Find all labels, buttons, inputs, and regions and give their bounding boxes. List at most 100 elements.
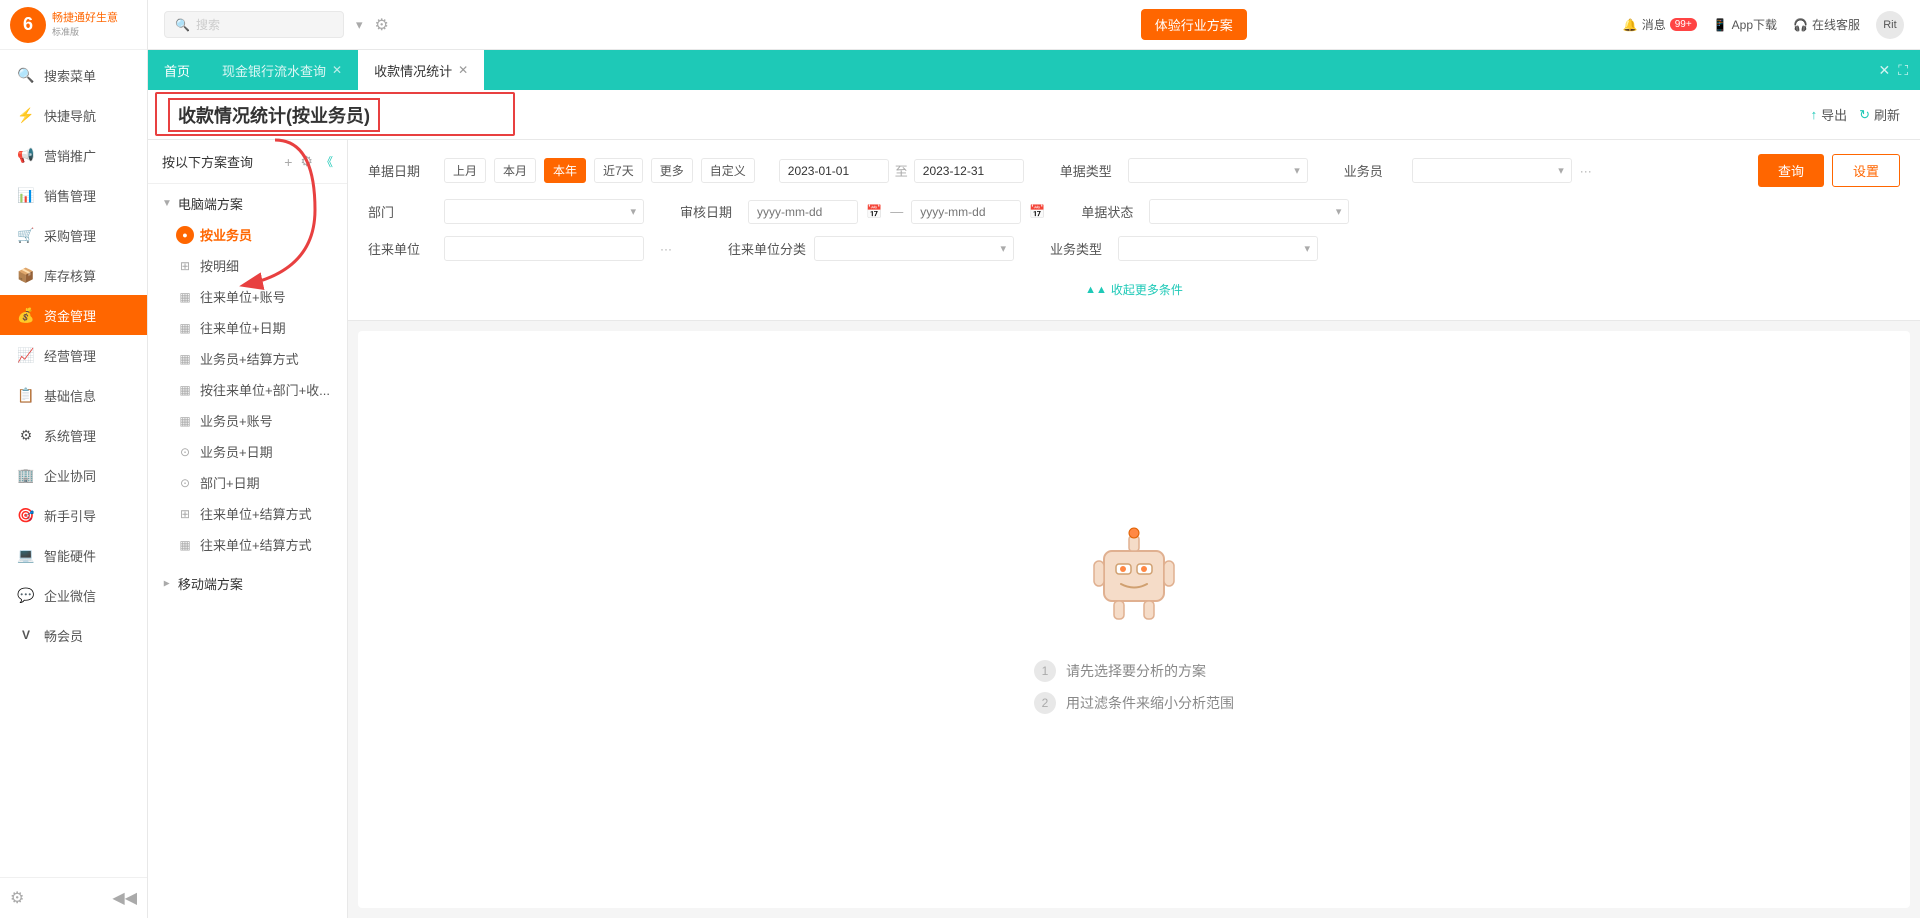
filter-area: 单据日期 上月 本月 本年 近7天 更多 自定义 至 xyxy=(348,140,1920,321)
sidebar-item-finance[interactable]: 💰 资金管理 xyxy=(0,295,147,335)
counterpart-input[interactable] xyxy=(444,236,644,261)
sidebar-item-enterprise[interactable]: 🏢 企业协同 xyxy=(0,455,147,495)
app-download-button[interactable]: 📱 App下载 xyxy=(1713,16,1777,33)
bill-status-select[interactable] xyxy=(1149,199,1349,224)
counterpart-more-btn[interactable]: ··· xyxy=(660,242,672,256)
tab-expand[interactable]: ⛶ xyxy=(1898,62,1908,79)
settings-bottom-icon[interactable]: ⚙ xyxy=(10,888,24,908)
business-type-select[interactable] xyxy=(1118,236,1318,261)
review-date-calendar-icon[interactable]: 📅 xyxy=(866,204,882,220)
counterpart-category-label: 往来单位分类 xyxy=(728,239,806,258)
tree-item-dept-date[interactable]: ⊙ 部门+日期 xyxy=(148,467,347,498)
page-actions: ↑ 导出 ↻ 刷新 xyxy=(1811,105,1900,124)
sidebar-item-basic[interactable]: 📋 基础信息 xyxy=(0,375,147,415)
sidebar-item-wechat[interactable]: 💬 企业微信 xyxy=(0,575,147,615)
collapse-sidebar-icon[interactable]: ◀◀ xyxy=(112,888,137,908)
sidebar-nav: 🔍 搜索菜单 ⚡ 快捷导航 📢 营销推广 📊 销售管理 🛒 采购管理 📦 库存核… xyxy=(0,50,147,877)
counterpart-category-select[interactable] xyxy=(814,236,1014,261)
sidebar-item-shortcut[interactable]: ⚡ 快捷导航 xyxy=(0,95,147,135)
topbar-dropdown-icon[interactable]: ▾ xyxy=(356,17,363,33)
tree-item-unit-date[interactable]: ▦ 往来单位+日期 xyxy=(148,312,347,343)
tree-item-by-salesman[interactable]: ● 按业务员 xyxy=(148,219,347,250)
tree-item-by-detail[interactable]: ⊞ 按明细 xyxy=(148,250,347,281)
topbar-gear-icon[interactable]: ⚙ xyxy=(375,15,389,35)
review-date-end[interactable] xyxy=(911,200,1021,224)
dept-select[interactable] xyxy=(444,199,644,224)
tree-item-unit-settle1[interactable]: ⊞ 往来单位+结算方式 xyxy=(148,498,347,529)
tab-bank[interactable]: 现金银行流水查询 ✕ xyxy=(206,50,358,90)
sidebar-item-search[interactable]: 🔍 搜索菜单 xyxy=(0,55,147,95)
marketing-icon: 📢 xyxy=(16,145,36,165)
topbar: 🔍 搜索 ▾ ⚙ 体验行业方案 🔔 消息 99+ 📱 App下载 🎧 在线客服 xyxy=(148,0,1920,50)
date-btn-custom[interactable]: 自定义 xyxy=(701,158,755,183)
query-btn-group: 查询 设置 xyxy=(1758,154,1900,187)
tab-collection-close[interactable]: ✕ xyxy=(458,63,468,77)
tab-home[interactable]: 首页 xyxy=(148,50,206,90)
tree-item-salesman-settle[interactable]: ▦ 业务员+结算方式 xyxy=(148,343,347,374)
step-2-num: 2 xyxy=(1034,692,1056,714)
sidebar-item-inventory[interactable]: 📦 库存核算 xyxy=(0,255,147,295)
notification-button[interactable]: 🔔 消息 99+ xyxy=(1623,16,1697,33)
review-date-end-calendar-icon[interactable]: 📅 xyxy=(1029,204,1045,220)
sidebar-item-hardware[interactable]: 💻 智能硬件 xyxy=(0,535,147,575)
date-label: 单据日期 xyxy=(368,161,428,180)
sidebar-item-system[interactable]: ⚙ 系统管理 xyxy=(0,415,147,455)
collapse-bar[interactable]: ▲▲ 收起更多条件 xyxy=(368,273,1900,306)
sidebar-item-operation[interactable]: 📈 经营管理 xyxy=(0,335,147,375)
left-panel-settings-icon[interactable]: ⚙ xyxy=(300,153,313,170)
guide-icon: 🎯 xyxy=(16,505,36,525)
sidebar-item-guide[interactable]: 🎯 新手引导 xyxy=(0,495,147,535)
notification-badge: 99+ xyxy=(1670,18,1697,31)
sidebar-item-marketing[interactable]: 📢 营销推广 xyxy=(0,135,147,175)
search-icon: 🔍 xyxy=(16,65,36,85)
online-service-button[interactable]: 🎧 在线客服 xyxy=(1793,16,1860,33)
table-icon-4: ▦ xyxy=(176,412,194,430)
date-btn-this-year[interactable]: 本年 xyxy=(544,158,586,183)
dept-label: 部门 xyxy=(368,202,428,221)
export-button[interactable]: ↑ 导出 xyxy=(1811,105,1848,124)
bill-status-select-wrapper xyxy=(1149,199,1349,224)
user-avatar[interactable]: Rit xyxy=(1876,11,1904,39)
tree-item-unit-account[interactable]: ▦ 往来单位+账号 xyxy=(148,281,347,312)
left-panel-add-icon[interactable]: + xyxy=(284,154,292,170)
salesman-more-btn[interactable]: ··· xyxy=(1580,164,1592,178)
tree-item-unit-settle2[interactable]: ▦ 往来单位+结算方式 xyxy=(148,529,347,560)
bill-type-select-wrapper xyxy=(1128,158,1308,183)
tab-bank-close[interactable]: ✕ xyxy=(332,63,342,77)
download-icon: 📱 xyxy=(1713,18,1728,32)
tab-close-all[interactable]: ✕ xyxy=(1878,62,1890,79)
search-topbar-icon: 🔍 xyxy=(175,18,190,32)
solution-button[interactable]: 体验行业方案 xyxy=(1141,9,1247,40)
tree-item-salesman-date[interactable]: ⊙ 业务员+日期 xyxy=(148,436,347,467)
refresh-button[interactable]: ↻ 刷新 xyxy=(1859,105,1900,124)
date-btn-7days[interactable]: 近7天 xyxy=(594,158,643,183)
sidebar-item-purchase[interactable]: 🛒 采购管理 xyxy=(0,215,147,255)
tree-group-mobile-label[interactable]: ▼ 移动端方案 xyxy=(148,568,347,599)
tree-group-mobile: ▼ 移动端方案 xyxy=(148,564,347,603)
counterpart-label: 往来单位 xyxy=(368,239,428,258)
settings-button[interactable]: 设置 xyxy=(1832,154,1900,187)
tree-item-unit-dept[interactable]: ▦ 按往来单位+部门+收... xyxy=(148,374,347,405)
tab-collection[interactable]: 收款情况统计 ✕ xyxy=(358,50,484,90)
topbar-right: 🔔 消息 99+ 📱 App下载 🎧 在线客服 Rit xyxy=(1623,11,1904,39)
shortcut-icon: ⚡ xyxy=(16,105,36,125)
date-start-input[interactable] xyxy=(779,159,889,183)
clock-icon-1: ⊙ xyxy=(176,443,194,461)
bill-type-label: 单据类型 xyxy=(1060,161,1120,180)
query-button[interactable]: 查询 xyxy=(1758,154,1824,187)
date-btn-last-month[interactable]: 上月 xyxy=(444,158,486,183)
bill-type-select[interactable] xyxy=(1128,158,1308,183)
logo-text: 畅捷通好生意 xyxy=(52,11,118,25)
sidebar-item-sales[interactable]: 📊 销售管理 xyxy=(0,175,147,215)
salesman-select[interactable] xyxy=(1412,158,1572,183)
date-btn-more[interactable]: 更多 xyxy=(651,158,693,183)
date-btn-this-month[interactable]: 本月 xyxy=(494,158,536,183)
topbar-search-box[interactable]: 🔍 搜索 xyxy=(164,11,344,38)
date-end-input[interactable] xyxy=(914,159,1024,183)
sidebar-item-member[interactable]: V 畅会员 xyxy=(0,615,147,655)
review-date-separator: — xyxy=(890,204,903,219)
review-date-start[interactable] xyxy=(748,200,858,224)
tree-item-salesman-account[interactable]: ▦ 业务员+账号 xyxy=(148,405,347,436)
tree-group-pc-label[interactable]: ▼ 电脑端方案 xyxy=(148,188,347,219)
left-panel-collapse-icon[interactable]: 《 xyxy=(321,153,333,170)
